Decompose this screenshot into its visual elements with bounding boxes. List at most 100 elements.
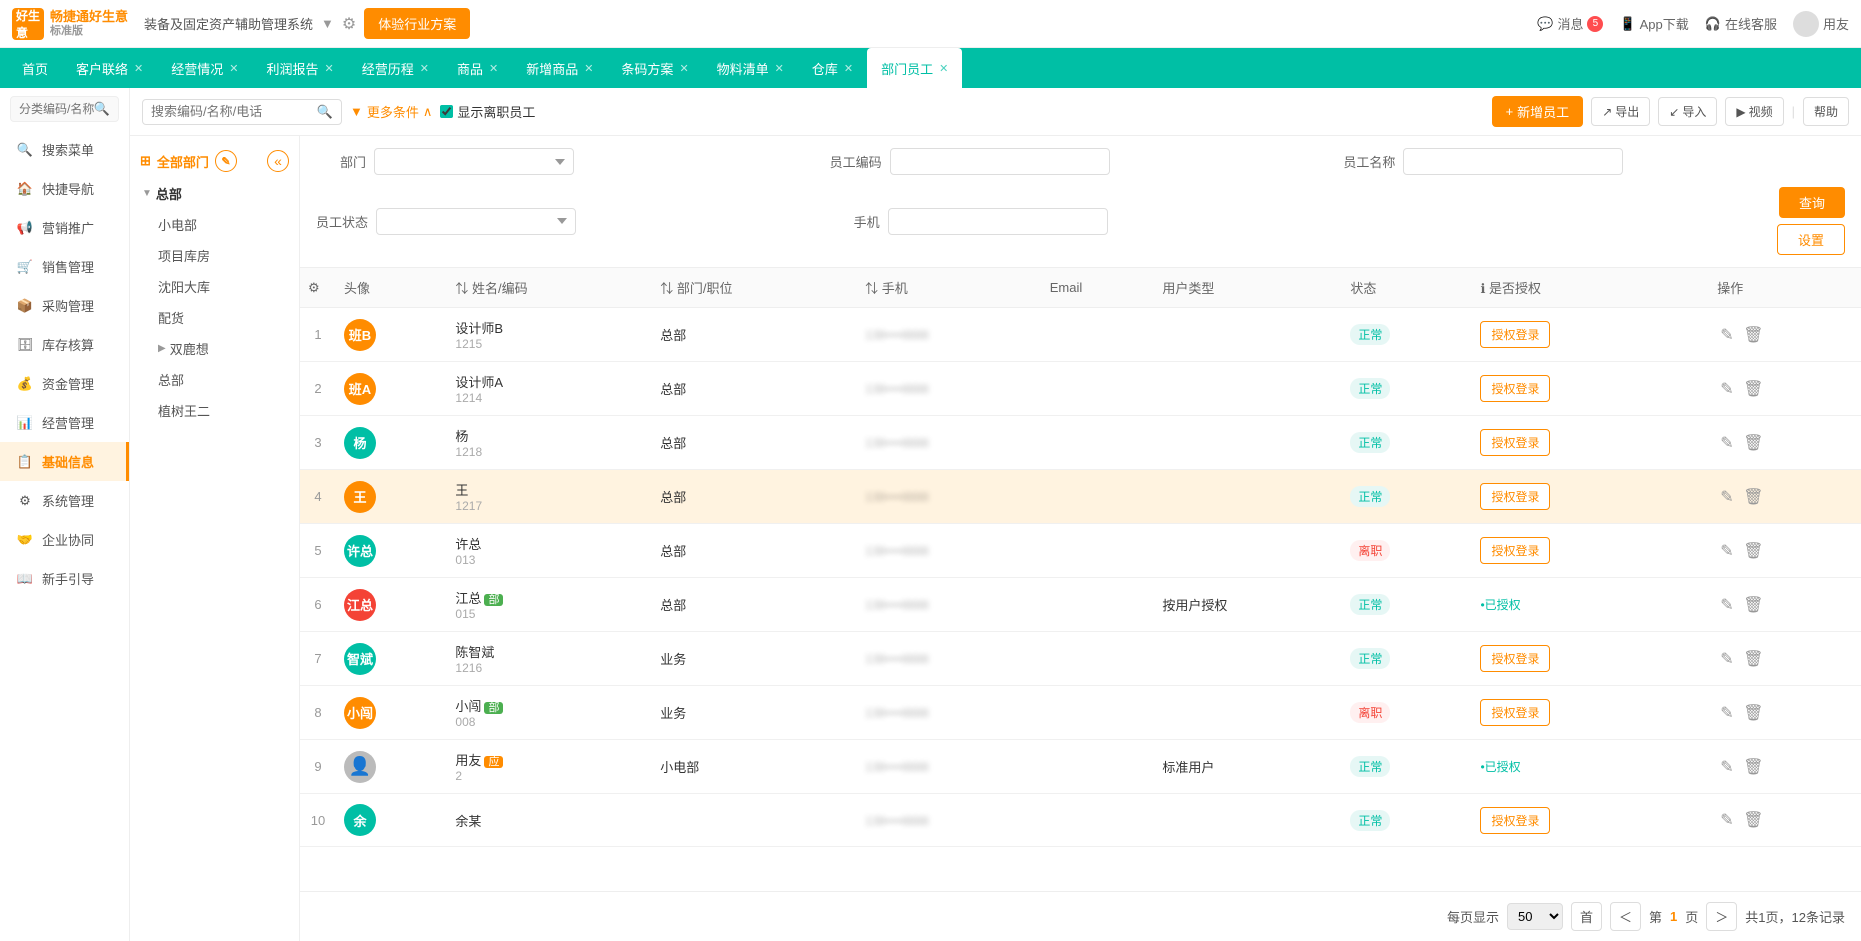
auth-login-btn[interactable]: 授权登录 <box>1480 537 1550 564</box>
sidebar-search-input[interactable] <box>19 102 94 116</box>
show-resigned-input[interactable] <box>440 105 453 118</box>
tab-goods[interactable]: 商品 ✕ <box>443 48 512 88</box>
sidebar-item-marketing[interactable]: 📢 营销推广 <box>0 208 129 247</box>
tree-item-project[interactable]: 项目库房 <box>130 240 299 271</box>
tree-edit-btn[interactable]: ✎ <box>215 150 237 172</box>
online-service-btn[interactable]: 🎧 在线客服 <box>1705 14 1777 33</box>
per-page-select[interactable]: 50 100 <box>1507 903 1563 930</box>
delete-btn[interactable]: 🗑 <box>1743 651 1763 668</box>
emp-name-input[interactable] <box>1403 148 1623 175</box>
edit-btn[interactable]: ✎ <box>1720 327 1733 344</box>
dropdown-arrow-icon[interactable]: ▼ <box>321 16 334 31</box>
edit-btn[interactable]: ✎ <box>1720 597 1733 614</box>
tree-item-xiaodian[interactable]: 小电部 <box>130 209 299 240</box>
edit-btn[interactable]: ✎ <box>1720 759 1733 776</box>
tab-profit[interactable]: 利润报告 ✕ <box>252 48 347 88</box>
tab-department-close[interactable]: ✕ <box>939 62 948 75</box>
import-button[interactable]: ↙ 导入 <box>1658 97 1717 126</box>
col-settings[interactable]: ⚙ <box>300 268 336 308</box>
sidebar-item-inventory[interactable]: 🗄 库存核算 <box>0 325 129 364</box>
auth-login-btn[interactable]: 授权登录 <box>1480 699 1550 726</box>
trial-button[interactable]: 体验行业方案 <box>364 8 470 39</box>
delete-btn[interactable]: 🗑 <box>1743 812 1763 829</box>
tab-profit-close[interactable]: ✕ <box>325 62 334 75</box>
auth-login-btn[interactable]: 授权登录 <box>1480 645 1550 672</box>
col-name[interactable]: ⇅ 姓名/编码 <box>447 268 652 308</box>
sidebar-item-search-menu[interactable]: 🔍 搜索菜单 <box>0 130 129 169</box>
show-resigned-checkbox[interactable]: 显示离职员工 <box>440 102 535 121</box>
sidebar-search-box[interactable]: 🔍 <box>10 96 119 122</box>
emp-status-select[interactable] <box>376 208 576 235</box>
auth-login-btn[interactable]: 授权登录 <box>1480 807 1550 834</box>
tab-goods-close[interactable]: ✕ <box>489 62 498 75</box>
dept-select[interactable] <box>374 148 574 175</box>
next-page-btn[interactable]: ＞ <box>1706 902 1737 931</box>
delete-btn[interactable]: 🗑 <box>1743 381 1763 398</box>
help-button[interactable]: 帮助 <box>1803 97 1849 126</box>
delete-btn[interactable]: 🗑 <box>1743 435 1763 452</box>
tree-collapse-btn[interactable]: « <box>267 150 289 172</box>
sidebar-item-quick-nav[interactable]: 🏠 快捷导航 <box>0 169 129 208</box>
delete-btn[interactable]: 🗑 <box>1743 705 1763 722</box>
more-filter-btn[interactable]: ▼ 更多条件 ∧ <box>350 102 432 121</box>
delete-btn[interactable]: 🗑 <box>1743 597 1763 614</box>
delete-btn[interactable]: 🗑 <box>1743 543 1763 560</box>
setting-button[interactable]: 设置 <box>1777 224 1845 255</box>
tree-item-shenyang[interactable]: 沈阳大库 <box>130 271 299 302</box>
edit-btn[interactable]: ✎ <box>1720 543 1733 560</box>
col-phone[interactable]: ⇅ 手机 <box>857 268 1042 308</box>
search-input[interactable] <box>151 104 317 119</box>
query-button[interactable]: 查询 <box>1779 187 1845 218</box>
delete-btn[interactable]: 🗑 <box>1743 759 1763 776</box>
edit-btn[interactable]: ✎ <box>1720 435 1733 452</box>
edit-btn[interactable]: ✎ <box>1720 812 1733 829</box>
tab-history-close[interactable]: ✕ <box>420 62 429 75</box>
sidebar-item-sales[interactable]: 🛒 销售管理 <box>0 247 129 286</box>
tab-warehouse[interactable]: 仓库 ✕ <box>798 48 867 88</box>
tab-customer-close[interactable]: ✕ <box>134 62 143 75</box>
settings-icon[interactable]: ⚙ <box>342 14 356 34</box>
sidebar-item-operations[interactable]: 📊 经营管理 <box>0 403 129 442</box>
tree-item-shuanglu[interactable]: ▶ 双鹿想 <box>130 333 299 364</box>
tree-item-peihuo[interactable]: 配货 <box>130 302 299 333</box>
sidebar-item-cooperation[interactable]: 🤝 企业协同 <box>0 520 129 559</box>
delete-btn[interactable]: 🗑 <box>1743 489 1763 506</box>
tab-warehouse-close[interactable]: ✕ <box>844 62 853 75</box>
add-employee-button[interactable]: + 新增员工 <box>1492 96 1584 127</box>
edit-btn[interactable]: ✎ <box>1720 651 1733 668</box>
export-button[interactable]: ↗ 导出 <box>1591 97 1650 126</box>
tree-item-headquarters[interactable]: ▼ 总部 <box>130 178 299 209</box>
edit-btn[interactable]: ✎ <box>1720 705 1733 722</box>
delete-btn[interactable]: 🗑 <box>1743 327 1763 344</box>
tab-barcode[interactable]: 条码方案 ✕ <box>607 48 702 88</box>
auth-login-btn[interactable]: 授权登录 <box>1480 375 1550 402</box>
edit-btn[interactable]: ✎ <box>1720 489 1733 506</box>
video-button[interactable]: ▶ 视频 <box>1725 97 1783 126</box>
phone-input[interactable] <box>888 208 1108 235</box>
tab-history[interactable]: 经营历程 ✕ <box>348 48 443 88</box>
tree-item-zongbu[interactable]: 总部 <box>130 364 299 395</box>
tab-business-close[interactable]: ✕ <box>229 62 238 75</box>
edit-btn[interactable]: ✎ <box>1720 381 1733 398</box>
tab-bom[interactable]: 物料清单 ✕ <box>703 48 798 88</box>
tab-add-goods-close[interactable]: ✕ <box>584 62 593 75</box>
auth-login-btn[interactable]: 授权登录 <box>1480 429 1550 456</box>
app-download-btn[interactable]: 📱 App下载 <box>1619 14 1688 33</box>
sidebar-item-basic[interactable]: 📋 基础信息 <box>0 442 129 481</box>
sidebar-item-purchase[interactable]: 📦 采购管理 <box>0 286 129 325</box>
tab-home[interactable]: 首页 <box>8 48 62 88</box>
prev-page-btn[interactable]: ＜ <box>1610 902 1641 931</box>
tree-item-zhishu[interactable]: 植树王二 <box>130 395 299 426</box>
sidebar-item-finance[interactable]: 💰 资金管理 <box>0 364 129 403</box>
emp-code-input[interactable] <box>890 148 1110 175</box>
tab-barcode-close[interactable]: ✕ <box>679 62 688 75</box>
tab-department[interactable]: 部门员工 ✕ <box>867 48 962 88</box>
auth-login-btn[interactable]: 授权登录 <box>1480 321 1550 348</box>
auth-login-btn[interactable]: 授权登录 <box>1480 483 1550 510</box>
tab-bom-close[interactable]: ✕ <box>775 62 784 75</box>
sidebar-item-guide[interactable]: 📖 新手引导 <box>0 559 129 598</box>
first-page-btn[interactable]: 首 <box>1571 902 1602 931</box>
tab-business[interactable]: 经营情况 ✕ <box>157 48 252 88</box>
message-btn[interactable]: 💬 消息 5 <box>1537 14 1603 33</box>
tab-customer[interactable]: 客户联络 ✕ <box>62 48 157 88</box>
